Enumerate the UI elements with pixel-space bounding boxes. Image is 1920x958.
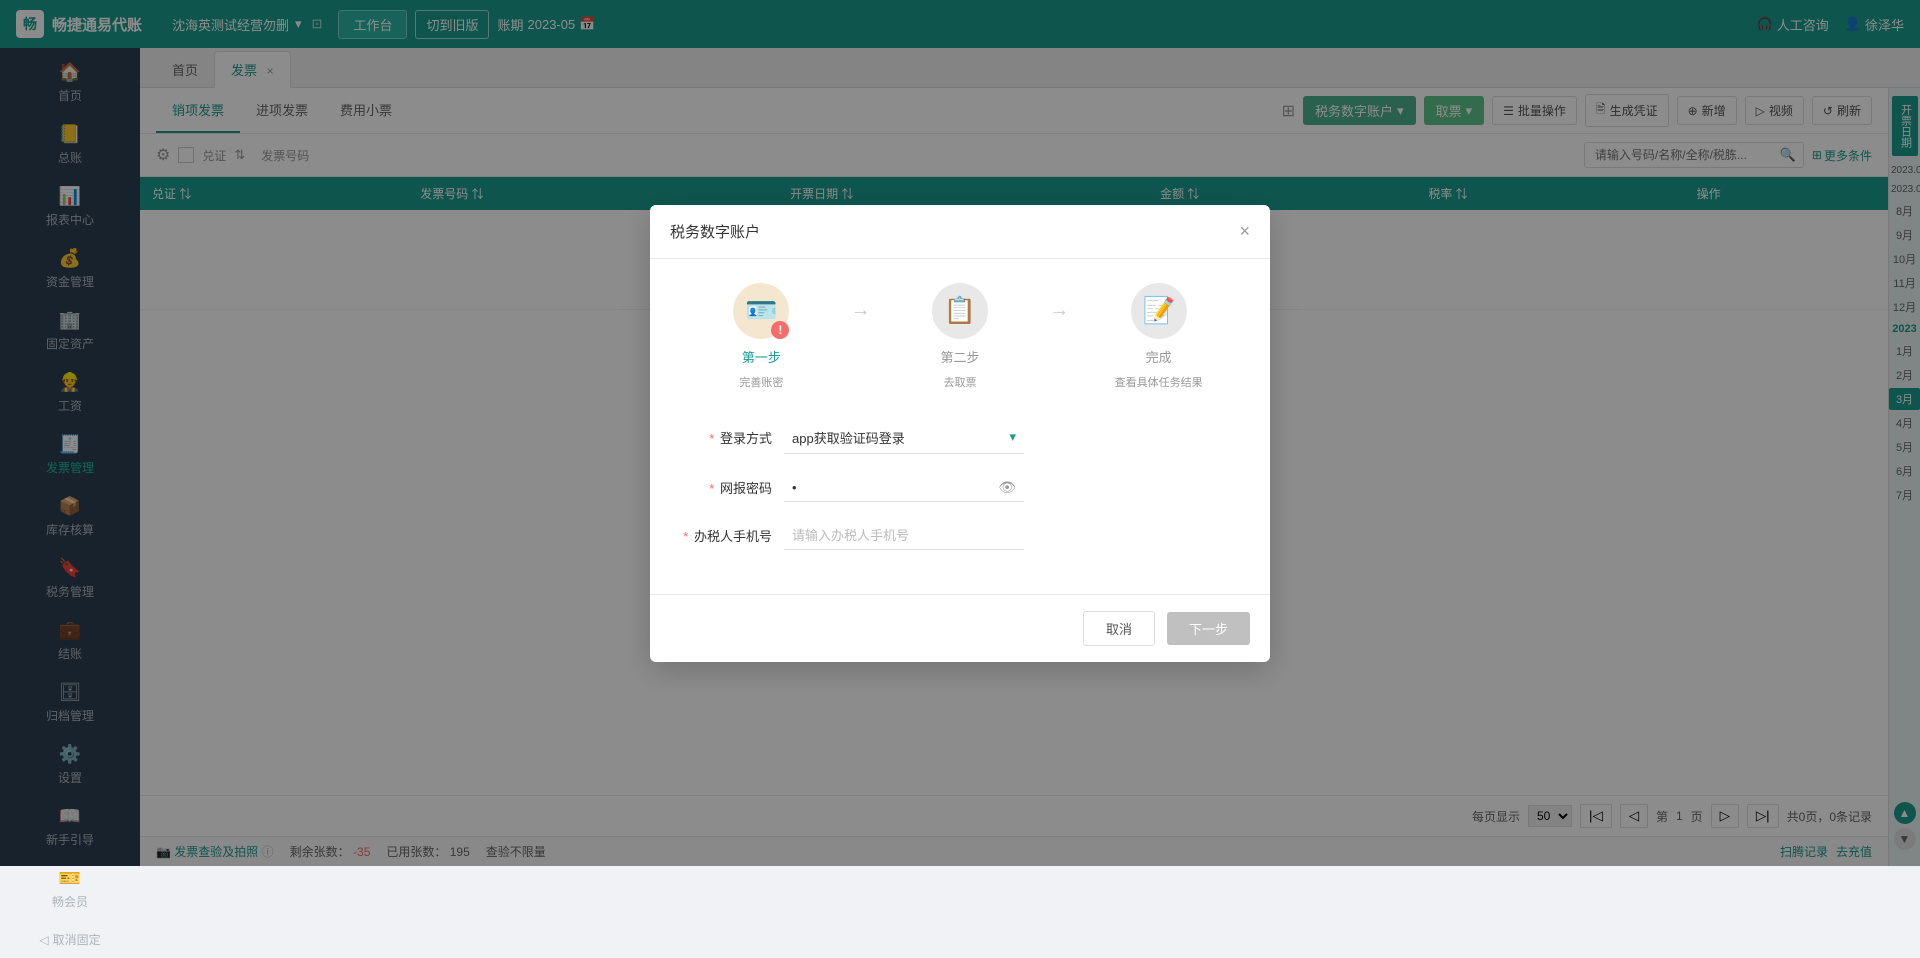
required-star: *: [709, 431, 714, 446]
step2-icon: 📋: [944, 295, 976, 326]
eye-toggle-icon[interactable]: 👁: [998, 479, 1016, 496]
step2-desc: 去取票: [944, 374, 977, 390]
step1-desc: 完善账密: [739, 374, 783, 390]
login-method-row: * 登录方式 app获取验证码登录 ▾: [682, 422, 1238, 454]
password-label: * 网报密码: [682, 478, 772, 497]
sidebar-unpin-button[interactable]: ◁ 取消固定: [0, 920, 140, 958]
phone-label: * 办税人手机号: [682, 526, 772, 545]
required-star: *: [683, 529, 688, 544]
step2-label: 第二步: [941, 347, 980, 366]
modal-body: 🪪 ! 第一步 完善账密 → 📋 第二步 去取票 →: [650, 259, 1270, 594]
step-3: 📝 完成 查看具体任务结果: [1079, 283, 1238, 390]
step3-desc: 查看具体任务结果: [1115, 374, 1203, 390]
dropdown-arrow-icon: ▾: [1009, 429, 1016, 445]
modal-close-button[interactable]: ×: [1239, 222, 1250, 240]
pin-icon: ◁: [39, 933, 48, 947]
step3-icon: 📝: [1142, 295, 1174, 326]
next-button[interactable]: 下一步: [1167, 612, 1250, 645]
step1-label: 第一步: [742, 347, 781, 366]
required-star: *: [709, 481, 714, 496]
sidebar-item-member[interactable]: 🎫 畅会员: [0, 858, 140, 920]
step-1: 🪪 ! 第一步 完善账密: [682, 283, 841, 390]
member-icon: 🎫: [59, 868, 81, 889]
phone-row: * 办税人手机号: [682, 522, 1238, 550]
phone-input[interactable]: [784, 522, 1024, 550]
step2-icon-wrap: 📋: [932, 283, 988, 339]
step3-label: 完成: [1146, 347, 1172, 366]
step1-badge: !: [771, 321, 789, 339]
password-row: * 网报密码 👁: [682, 474, 1238, 502]
arrow-2-3: →: [1039, 299, 1079, 322]
login-method-value: app获取验证码登录: [792, 428, 905, 447]
step3-icon-wrap: 📝: [1131, 283, 1187, 339]
sidebar-item-label: 畅会员: [52, 893, 88, 910]
step1-icon: 🪪: [745, 295, 777, 326]
tax-account-modal: 税务数字账户 × 🪪 ! 第一步 完善账密 →: [650, 205, 1270, 662]
modal-header: 税务数字账户 ×: [650, 205, 1270, 259]
unpin-label: 取消固定: [53, 931, 101, 948]
modal-footer: 取消 下一步: [650, 594, 1270, 662]
modal-form: * 登录方式 app获取验证码登录 ▾ * 网报密码: [682, 422, 1238, 550]
arrow-1-2: →: [841, 299, 881, 322]
steps: 🪪 ! 第一步 完善账密 → 📋 第二步 去取票 →: [682, 283, 1238, 390]
password-input[interactable]: [792, 478, 998, 497]
modal-overlay[interactable]: 税务数字账户 × 🪪 ! 第一步 完善账密 →: [0, 0, 1920, 866]
login-method-select[interactable]: app获取验证码登录 ▾: [784, 422, 1024, 454]
step1-icon-wrap: 🪪 !: [733, 283, 789, 339]
login-method-label: * 登录方式: [682, 428, 772, 447]
cancel-button[interactable]: 取消: [1083, 611, 1155, 646]
step-2: 📋 第二步 去取票: [881, 283, 1040, 390]
modal-title: 税务数字账户: [670, 221, 760, 242]
